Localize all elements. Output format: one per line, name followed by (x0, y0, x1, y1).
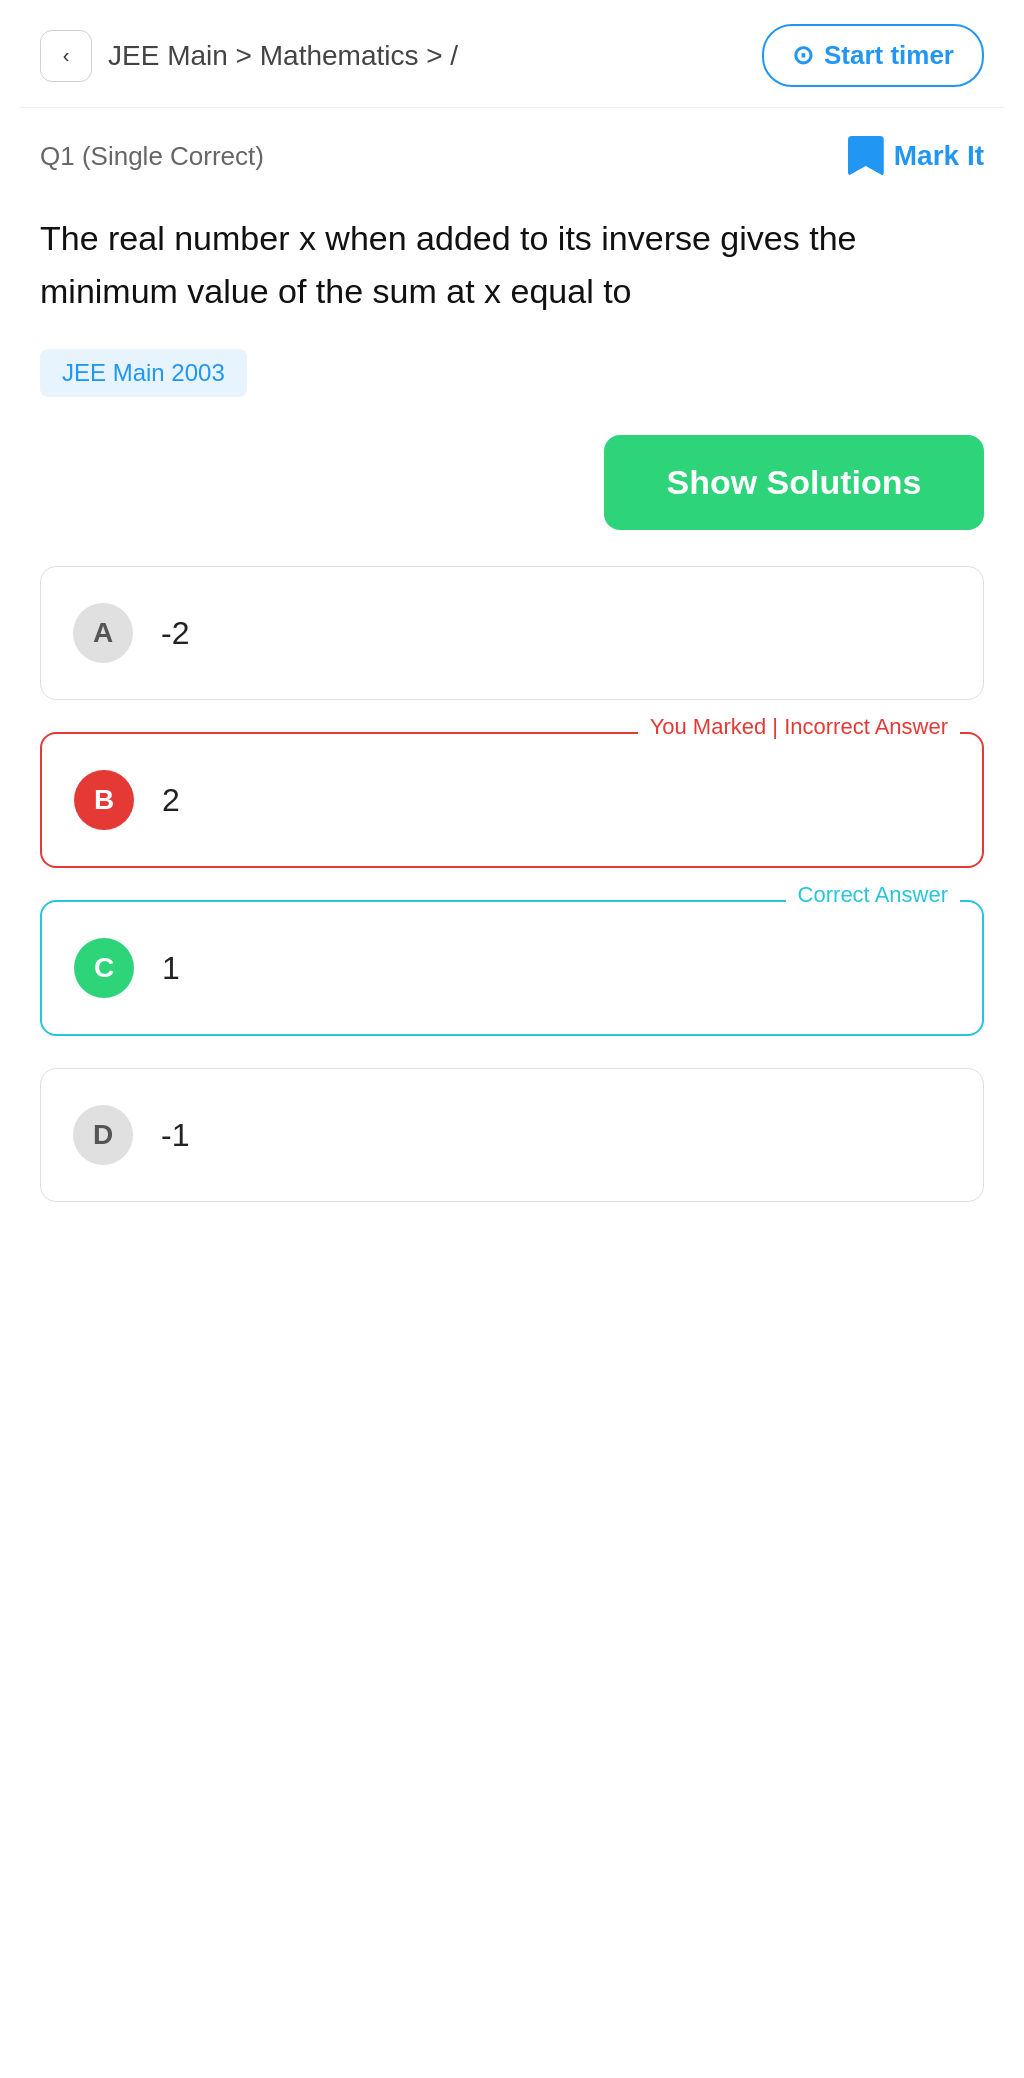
option-badge-b: B (74, 770, 134, 830)
option-text-b: 2 (162, 782, 180, 819)
question-meta: Q1 (Single Correct) Mark It (20, 108, 1004, 192)
mark-it-label: Mark It (894, 140, 984, 172)
option-c-status-label: Correct Answer (786, 882, 960, 908)
question-tag[interactable]: JEE Main 2003 (40, 349, 247, 397)
start-timer-button[interactable]: ⊙ Start timer (762, 24, 984, 87)
header-left: ‹ JEE Main > Mathematics > / (40, 30, 458, 82)
option-wrapper-d: D -1 (40, 1068, 984, 1202)
option-text-d: -1 (161, 1117, 189, 1154)
option-badge-a: A (73, 603, 133, 663)
show-solutions-button[interactable]: Show Solutions (604, 435, 984, 530)
solutions-container: Show Solutions (20, 425, 1004, 566)
option-text-c: 1 (162, 950, 180, 987)
options-container: A -2 B 2 You Marked | Incorrect Answer C… (20, 566, 1004, 1234)
question-type-label: Q1 (Single Correct) (40, 141, 264, 172)
option-card-a[interactable]: A -2 (40, 566, 984, 700)
option-text-a: -2 (161, 615, 189, 652)
question-text: The real number x when added to its inve… (20, 192, 1004, 341)
start-timer-label: Start timer (824, 40, 954, 71)
option-b-status-label: You Marked | Incorrect Answer (638, 714, 960, 740)
mark-it-button[interactable]: Mark It (848, 136, 984, 176)
page-container: ‹ JEE Main > Mathematics > / ⊙ Start tim… (0, 0, 1024, 1234)
option-card-c[interactable]: C 1 (40, 900, 984, 1036)
option-card-b[interactable]: B 2 (40, 732, 984, 868)
option-card-d[interactable]: D -1 (40, 1068, 984, 1202)
bookmark-icon (848, 136, 884, 176)
timer-icon: ⊙ (792, 40, 814, 71)
option-wrapper-b: B 2 You Marked | Incorrect Answer (40, 732, 984, 868)
option-badge-c: C (74, 938, 134, 998)
option-wrapper-a: A -2 (40, 566, 984, 700)
back-button[interactable]: ‹ (40, 30, 92, 82)
back-icon: ‹ (63, 44, 70, 67)
option-badge-d: D (73, 1105, 133, 1165)
breadcrumb: JEE Main > Mathematics > / (108, 40, 458, 72)
tag-container: JEE Main 2003 (20, 341, 1004, 425)
option-wrapper-c: C 1 Correct Answer (40, 900, 984, 1036)
header: ‹ JEE Main > Mathematics > / ⊙ Start tim… (20, 0, 1004, 108)
